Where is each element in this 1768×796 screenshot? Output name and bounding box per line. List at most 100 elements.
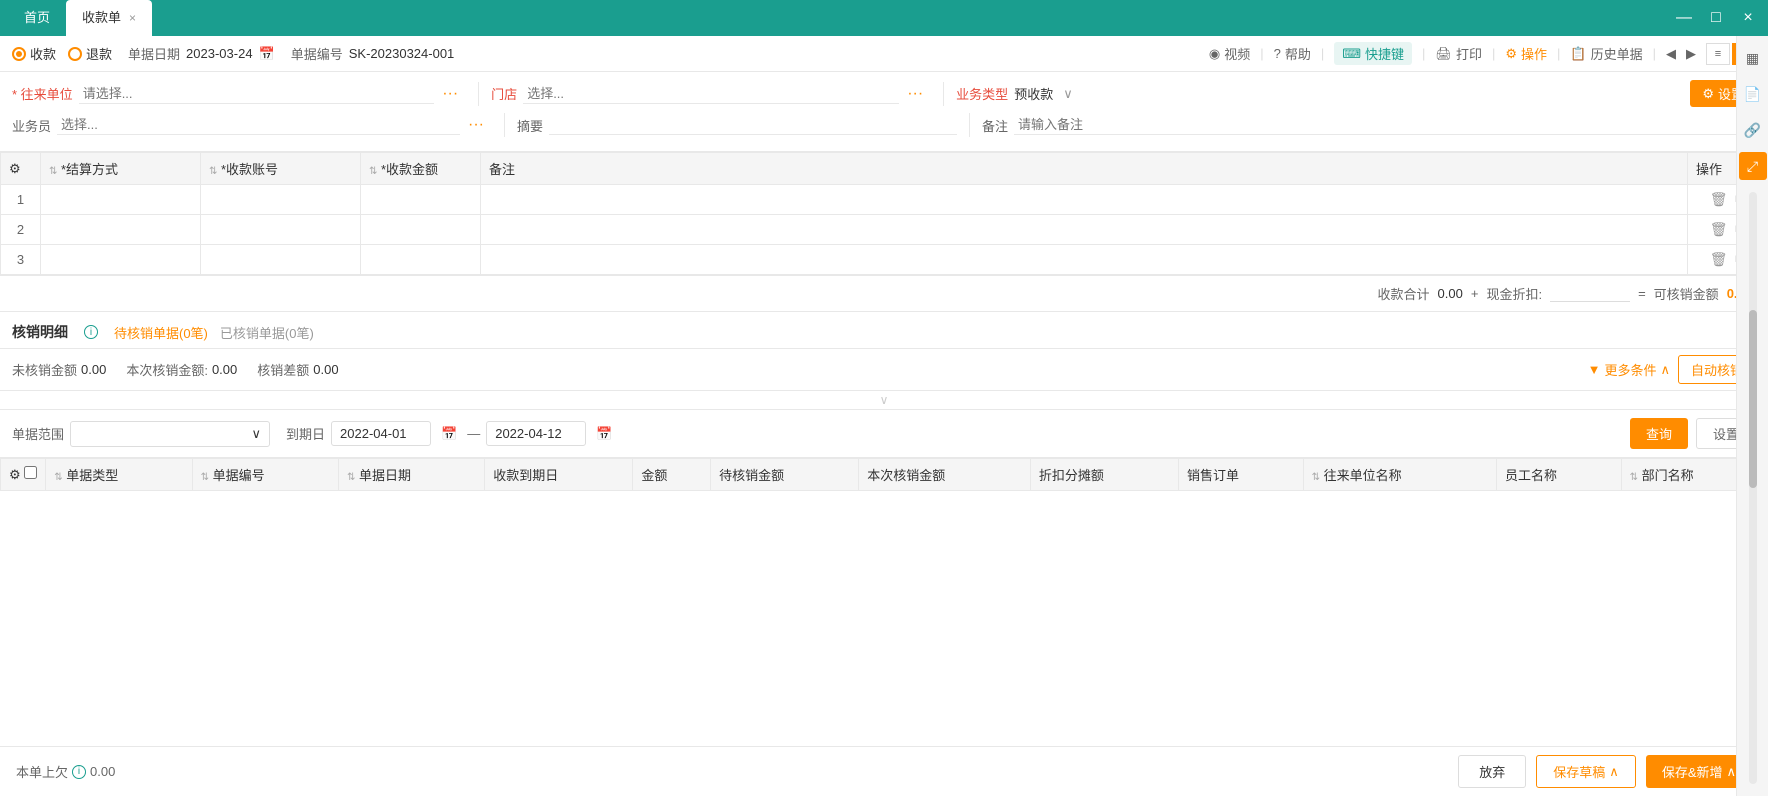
row-2-remark[interactable] — [481, 215, 1688, 245]
footer-right: 放弃 保存草稿 ∧ 保存&新增 ∧ — [1458, 755, 1752, 788]
date-to-input[interactable] — [486, 421, 586, 446]
remark-input[interactable] — [1014, 115, 1756, 135]
discount-header: 折扣分摊额 — [1030, 459, 1178, 491]
writeoff-info-icon[interactable]: i — [84, 325, 98, 339]
radio-refund-label: 退款 — [86, 44, 112, 63]
scrollbar-track[interactable] — [1749, 192, 1757, 784]
writeoff-header: 核销明细 i 待核销单据(0笔) 已核销单据(0笔) — [0, 312, 1768, 349]
uncancelled-stat: 未核销金额 0.00 — [12, 360, 106, 379]
gear-header[interactable]: ⚙ — [1, 153, 41, 185]
toolbar-row: 收款 退款 单据日期 2023-03-24 📅 单据编号 SK-20230324… — [0, 36, 1768, 72]
row-1-delete-icon[interactable]: 🗑 — [1710, 191, 1728, 207]
history-icon: 📋 — [1570, 46, 1586, 62]
tab-active-label: 收款单 — [82, 0, 121, 36]
tab-home[interactable]: 首页 — [8, 0, 66, 36]
gear-icon[interactable]: ⚙ — [9, 467, 21, 482]
staff-more-icon[interactable]: ··· — [460, 116, 492, 134]
tab-active[interactable]: 收款单 × — [66, 0, 152, 36]
right-panel-doc-icon[interactable]: 📄 — [1739, 80, 1767, 108]
range-select[interactable]: ∨ — [70, 421, 270, 447]
help-icon: ? — [1274, 46, 1281, 61]
select-all-checkbox[interactable] — [24, 466, 37, 479]
pending-header: 待核销金额 — [711, 459, 859, 491]
row-1-amount[interactable] — [361, 185, 481, 215]
date-from-input[interactable] — [331, 421, 431, 446]
print-icon: 🖨 — [1435, 46, 1452, 62]
ops-icon: ⚙ — [1505, 46, 1517, 62]
minimize-btn[interactable]: — — [1672, 9, 1696, 27]
row-3-remark[interactable] — [481, 245, 1688, 275]
ops-btn[interactable]: ⚙ 操作 — [1505, 44, 1547, 63]
summary-input[interactable] — [549, 115, 957, 135]
range-chevron-icon: ∨ — [252, 426, 262, 442]
counterpart-input[interactable] — [79, 84, 435, 104]
pending-tab[interactable]: 待核销单据(0笔) — [114, 323, 208, 342]
print-label: 打印 — [1456, 44, 1482, 63]
doc-date-header: ⇅ 单据日期 — [338, 459, 484, 491]
writeoff-tabs: 待核销单据(0笔) 已核销单据(0笔) — [114, 323, 314, 342]
doc-date-value: 2023-03-24 — [186, 46, 253, 61]
available-label: 可核销金额 — [1654, 284, 1719, 303]
row-2-delete-icon[interactable]: 🗑 — [1710, 221, 1728, 237]
history-btn[interactable]: 📋 历史单据 — [1570, 44, 1642, 63]
right-panel-expand-icon[interactable]: ⤢ — [1739, 152, 1767, 180]
business-type-chevron-icon[interactable]: ∨ — [1063, 86, 1073, 102]
store-label: 门店 — [491, 84, 517, 103]
restore-btn[interactable]: □ — [1704, 9, 1728, 27]
footer-info-icon[interactable]: i — [72, 765, 86, 779]
row-2-amount[interactable] — [361, 215, 481, 245]
nav-right-icon[interactable]: ▶ — [1686, 46, 1696, 62]
calendar-from-icon[interactable]: 📅 — [441, 426, 457, 442]
store-more-icon[interactable]: ··· — [899, 85, 931, 103]
abandon-btn[interactable]: 放弃 — [1458, 755, 1526, 788]
done-tab[interactable]: 已核销单据(0笔) — [220, 323, 314, 342]
close-btn[interactable]: × — [1736, 9, 1760, 27]
calendar-to-icon[interactable]: 📅 — [596, 426, 612, 442]
row-1-num: 1 — [1, 185, 41, 215]
row-1-account[interactable] — [201, 185, 361, 215]
footer-doc-label: 本单上欠 — [16, 762, 68, 781]
video-btn[interactable]: ◉ 视频 — [1209, 44, 1250, 63]
row-2-account[interactable] — [201, 215, 361, 245]
collapse-arrow-icon[interactable]: ∨ — [880, 393, 889, 407]
checkbox-header: ⚙ — [1, 459, 46, 491]
query-btn[interactable]: 查询 — [1630, 418, 1688, 449]
row-3-num: 3 — [1, 245, 41, 275]
remark-field: 备注 — [982, 115, 1756, 135]
receipt-table: ⚙ ⇅ *结算方式 ⇅ *收款账号 ⇅ *收款金额 备注 操作 1 🗑 — [0, 152, 1768, 275]
staff-input[interactable] — [57, 115, 460, 135]
row-2-settlement[interactable] — [41, 215, 201, 245]
counterpart-more-icon[interactable]: ··· — [434, 85, 466, 103]
writeoff-filter-right: ▼ 更多条件 ∧ 自动核销 — [1588, 355, 1756, 384]
radio-receive[interactable]: 收款 — [12, 44, 56, 63]
radio-receive-label: 收款 — [30, 44, 56, 63]
print-btn[interactable]: 🖨 打印 — [1435, 44, 1482, 63]
summary-label: 摘要 — [517, 116, 543, 135]
tab-close-icon[interactable]: × — [129, 0, 136, 36]
right-panel-table-icon[interactable]: ▦ — [1739, 44, 1767, 72]
list-layout-btn[interactable]: ≡ — [1706, 43, 1730, 65]
discount-input[interactable] — [1550, 286, 1630, 302]
row-3-settlement[interactable] — [41, 245, 201, 275]
save-draft-btn[interactable]: 保存草稿 ∧ — [1536, 755, 1636, 788]
more-conditions-btn[interactable]: ▼ 更多条件 ∧ — [1588, 360, 1670, 379]
row-3-amount[interactable] — [361, 245, 481, 275]
doc-date-calendar-icon[interactable]: 📅 — [259, 46, 275, 62]
row-3-delete-icon[interactable]: 🗑 — [1710, 251, 1728, 267]
row-1-remark[interactable] — [481, 185, 1688, 215]
right-panel-link-icon[interactable]: 🔗 — [1739, 116, 1767, 144]
plus-sign: + — [1471, 286, 1479, 301]
nav-left-icon[interactable]: ◀ — [1666, 46, 1676, 62]
remark-header: 备注 — [481, 153, 1688, 185]
radio-refund[interactable]: 退款 — [68, 44, 112, 63]
shortcut-btn[interactable]: ⌨ 快捷键 — [1334, 42, 1412, 65]
doc-type-radio-group: 收款 退款 — [12, 44, 112, 63]
writeoff-filter-row: 单据范围 ∨ 到期日 📅 — 📅 查询 设置 — [0, 410, 1768, 458]
row-3-account[interactable] — [201, 245, 361, 275]
store-input[interactable] — [523, 84, 899, 104]
help-btn[interactable]: ? 帮助 — [1274, 44, 1311, 63]
tab-bar: 首页 收款单 × — □ × — [0, 0, 1768, 36]
main-content: 收款 退款 单据日期 2023-03-24 📅 单据编号 SK-20230324… — [0, 36, 1768, 796]
row-1-settlement[interactable] — [41, 185, 201, 215]
table-row: 2 🗑 ⧉ — [1, 215, 1768, 245]
